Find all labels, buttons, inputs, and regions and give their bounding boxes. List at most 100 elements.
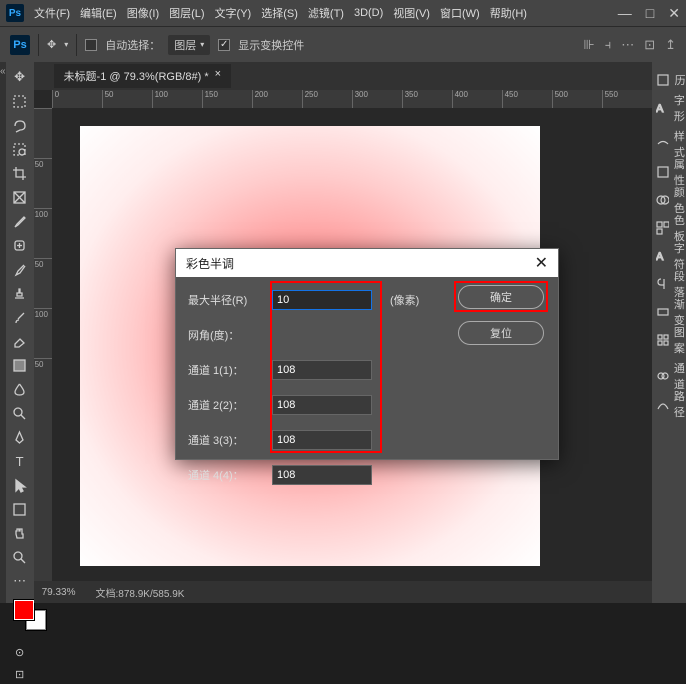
menu-3d[interactable]: 3D(D) xyxy=(354,7,383,19)
app-icon: Ps xyxy=(6,4,24,22)
foreground-color[interactable] xyxy=(14,600,34,620)
share-icon[interactable]: ↥ xyxy=(665,37,676,53)
angle-label: 网角(度)： xyxy=(188,327,264,343)
panel-color[interactable]: 颜色 xyxy=(656,186,686,214)
move-icon: ✥ xyxy=(47,38,56,51)
hand-tool[interactable] xyxy=(8,522,32,544)
channel3-input[interactable] xyxy=(272,430,372,450)
panel-properties[interactable]: 属性 xyxy=(656,158,686,186)
minimize-icon[interactable]: — xyxy=(618,5,632,22)
showcontrols-label: 显示变换控件 xyxy=(238,37,304,53)
history-brush-tool[interactable] xyxy=(8,306,32,328)
screenmode-icon[interactable]: ⊡ xyxy=(8,664,32,684)
ruler-vertical: 501005010050 xyxy=(34,108,52,581)
menu-text[interactable]: 文字(Y) xyxy=(215,5,252,21)
align-icon[interactable]: ⋯ xyxy=(621,37,634,53)
align-icon[interactable]: ⫞ xyxy=(605,37,612,53)
doc-size: 文档:878.9K/585.9K xyxy=(95,585,184,600)
mode-icon[interactable]: ⊡ xyxy=(644,37,655,53)
menu-layer[interactable]: 图层(L) xyxy=(169,5,204,21)
panel-patterns[interactable]: 图案 xyxy=(656,326,686,354)
document-tabs: 未标题-1 @ 79.3%(RGB/8#) *× xyxy=(34,62,652,90)
panel-paths[interactable]: 路径 xyxy=(656,390,686,418)
close-tab-icon[interactable]: × xyxy=(215,68,221,84)
panel-gradients[interactable]: 渐变 xyxy=(656,298,686,326)
menu-filter[interactable]: 滤镜(T) xyxy=(308,5,344,21)
channel3-label: 通道 3(3)： xyxy=(188,432,264,448)
zoom-tool[interactable] xyxy=(8,546,32,568)
path-select-tool[interactable] xyxy=(8,474,32,496)
quickmask-icon[interactable]: ⊙ xyxy=(8,642,32,662)
target-select[interactable]: 图层▾ xyxy=(168,35,210,55)
menu-window[interactable]: 窗口(W) xyxy=(440,5,480,21)
menu-image[interactable]: 图像(I) xyxy=(127,5,159,21)
max-radius-input[interactable] xyxy=(272,290,372,310)
divider xyxy=(76,34,77,56)
align-icon[interactable]: ⊪ xyxy=(583,37,594,53)
channel4-label: 通道 4(4)： xyxy=(188,467,264,483)
autoselect-label: 自动选择： xyxy=(105,37,160,53)
blur-tool[interactable] xyxy=(8,378,32,400)
dialog-close-icon[interactable]: ✕ xyxy=(535,253,548,273)
panel-glyphs[interactable]: A字形 xyxy=(656,94,686,122)
max-radius-label: 最大半径(R) xyxy=(188,292,264,308)
channel4-input[interactable] xyxy=(272,465,372,485)
document-tab[interactable]: 未标题-1 @ 79.3%(RGB/8#) *× xyxy=(54,64,231,88)
panel-character[interactable]: A字符 xyxy=(656,242,686,270)
frame-tool[interactable] xyxy=(8,186,32,208)
zoom-level[interactable]: 79.33% xyxy=(42,587,76,598)
more-tools-icon[interactable]: ⋯ xyxy=(8,570,32,592)
maximize-icon[interactable]: □ xyxy=(646,5,654,22)
ok-button[interactable]: 确定 xyxy=(458,285,544,309)
quickselect-tool[interactable] xyxy=(8,138,32,160)
type-tool[interactable]: T xyxy=(8,450,32,472)
panel-channels[interactable]: 通道 xyxy=(656,362,686,390)
dodge-tool[interactable] xyxy=(8,402,32,424)
divider xyxy=(38,34,39,56)
pen-tool[interactable] xyxy=(8,426,32,448)
unit-label: (像素) xyxy=(390,292,419,308)
crop-tool[interactable] xyxy=(8,162,32,184)
menu-file[interactable]: 文件(F) xyxy=(34,5,70,21)
color-swatches[interactable] xyxy=(8,600,32,640)
panel-swatches[interactable]: 色板 xyxy=(656,214,686,242)
menu-select[interactable]: 选择(S) xyxy=(261,5,298,21)
channel1-input[interactable] xyxy=(272,360,372,380)
panel-paragraph[interactable]: 段落 xyxy=(656,270,686,298)
panel-styles[interactable]: 样式 xyxy=(656,130,686,158)
tools-panel: ✥ T ⋯ ⊙ ⊡ xyxy=(6,62,34,603)
close-icon[interactable]: ✕ xyxy=(668,5,680,22)
heal-tool[interactable] xyxy=(8,234,32,256)
shape-tool[interactable] xyxy=(8,498,32,520)
dialog-titlebar[interactable]: 彩色半调 ✕ xyxy=(176,249,558,277)
autoselect-checkbox[interactable] xyxy=(85,39,97,51)
svg-text:A: A xyxy=(656,103,664,115)
marquee-tool[interactable] xyxy=(8,90,32,112)
panel-history[interactable]: 历... xyxy=(656,66,686,94)
reset-button[interactable]: 复位 xyxy=(458,321,544,345)
stamp-tool[interactable] xyxy=(8,282,32,304)
options-bar: Ps ✥ ▾ 自动选择： 图层▾ 显示变换控件 ⊪ ⫞ ⋯ ⊡ ↥ xyxy=(0,26,686,62)
panels-dock: 历... A字形 样式 属性 颜色 色板 A字符 段落 渐变 图案 通道 路径 xyxy=(652,62,686,603)
menu-bar: Ps 文件(F) 编辑(E) 图像(I) 图层(L) 文字(Y) 选择(S) 滤… xyxy=(0,0,686,26)
lasso-tool[interactable] xyxy=(8,114,32,136)
menu-help[interactable]: 帮助(H) xyxy=(490,5,527,21)
channel1-label: 通道 1(1)： xyxy=(188,362,264,378)
move-tool[interactable]: ✥ xyxy=(8,66,32,88)
eraser-tool[interactable] xyxy=(8,330,32,352)
eyedropper-tool[interactable] xyxy=(8,210,32,232)
ruler-horizontal: 050100150200250300350400450500550 xyxy=(52,90,652,108)
dialog-title: 彩色半调 xyxy=(186,255,234,272)
channel2-input[interactable] xyxy=(272,395,372,415)
chevron-down-icon[interactable]: ▾ xyxy=(64,40,68,49)
brush-tool[interactable] xyxy=(8,258,32,280)
home-icon[interactable]: Ps xyxy=(10,35,30,55)
showcontrols-checkbox[interactable] xyxy=(218,39,230,51)
gradient-tool[interactable] xyxy=(8,354,32,376)
svg-text:A: A xyxy=(656,251,664,263)
menu-view[interactable]: 视图(V) xyxy=(393,5,430,21)
channel2-label: 通道 2(2)： xyxy=(188,397,264,413)
status-bar: 79.33% 文档:878.9K/585.9K xyxy=(34,581,652,603)
color-halftone-dialog: 彩色半调 ✕ 最大半径(R) (像素) 网角(度)： 通道 1(1)： 通道 2… xyxy=(175,248,559,460)
menu-edit[interactable]: 编辑(E) xyxy=(80,5,117,21)
